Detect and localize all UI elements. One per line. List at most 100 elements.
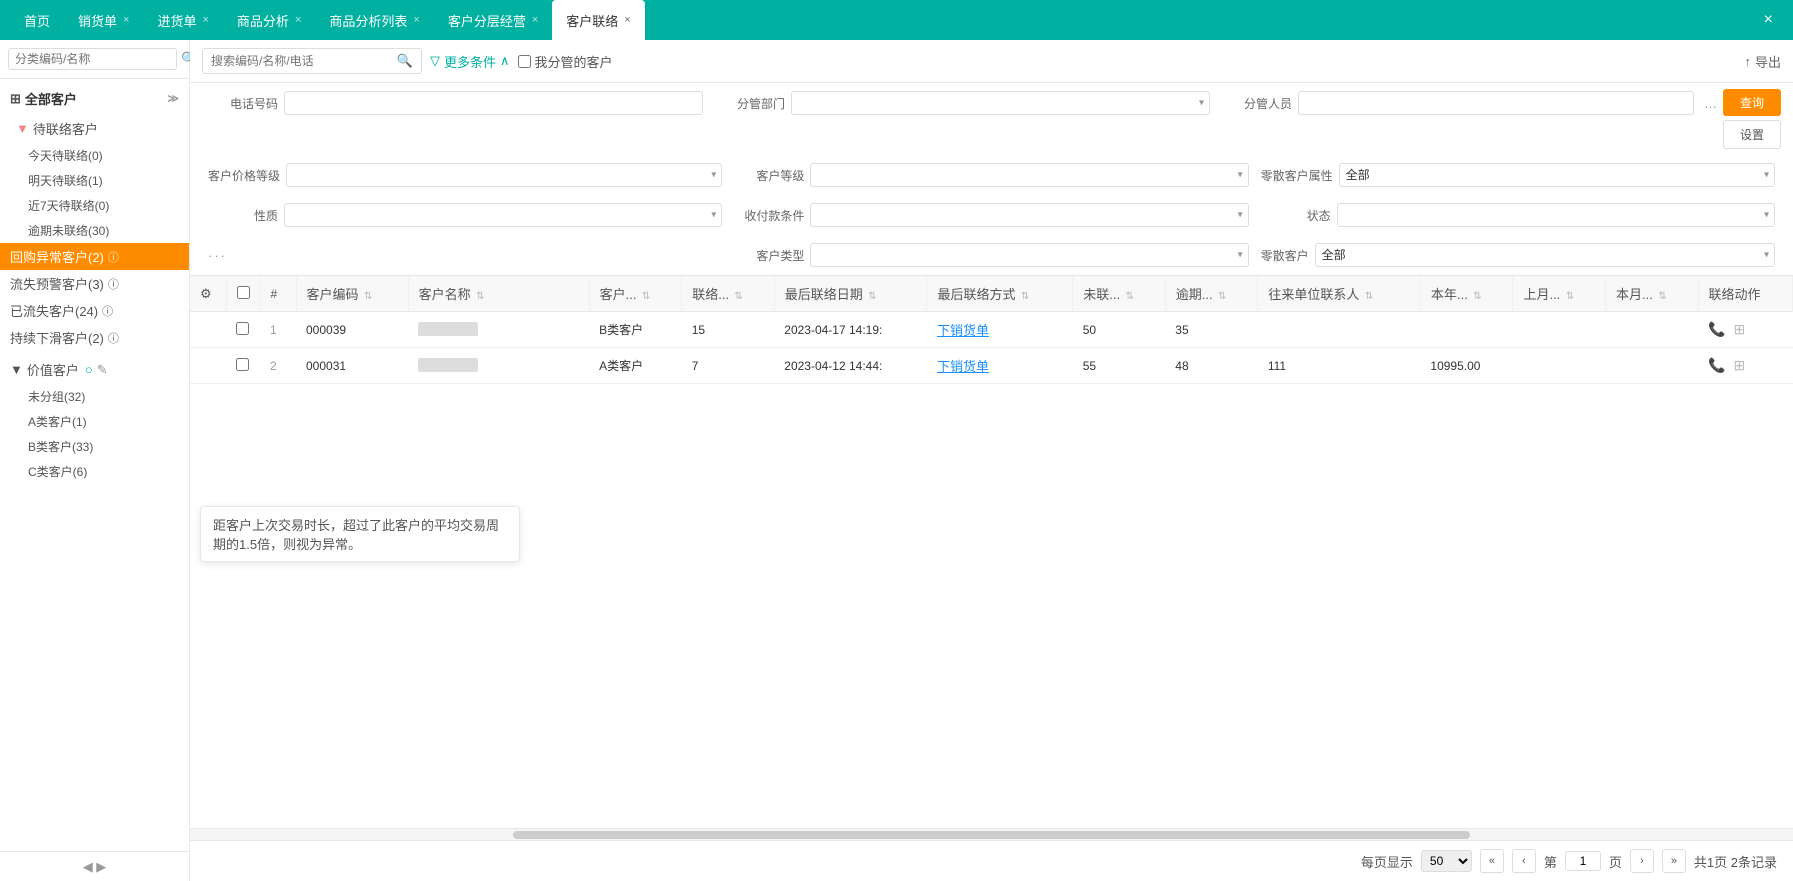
settings-button[interactable]: 设置	[1723, 120, 1781, 149]
contact-more-icon-1[interactable]: ⊞	[1733, 321, 1745, 338]
th-code[interactable]: 客户编码 ⇅	[296, 276, 408, 312]
page-input[interactable]	[1565, 851, 1601, 871]
th-uncontacted-label: 未联...	[1083, 287, 1120, 302]
td-uncontacted-1: 50	[1073, 312, 1166, 348]
sidebar-item-a-class[interactable]: A类客户(1)	[0, 409, 189, 434]
td-last-month-1	[1513, 312, 1606, 348]
th-this-year[interactable]: 本年... ⇅	[1420, 276, 1513, 312]
filter-search-input[interactable]	[211, 54, 397, 68]
dept-select[interactable]	[791, 91, 1210, 115]
scatter2-inline-label: 零散客户	[1261, 247, 1309, 264]
sidebar-item-today[interactable]: 今天待联络(0)	[0, 143, 189, 168]
nav-sales-close[interactable]: ×	[123, 14, 129, 26]
sidebar-item-churn-warn[interactable]: 流失预警客户(3) ⓘ	[0, 270, 189, 297]
content-area: 🔍 ▽ 更多条件 ∧ 我分管的客户 ↑ 导出 电话号码	[190, 40, 1793, 881]
nav-analysis-close[interactable]: ×	[295, 14, 301, 26]
nav-analysis-list-label: 商品分析列表	[329, 11, 407, 30]
my-customers-checkbox[interactable]	[518, 55, 531, 68]
nav-analysis[interactable]: 商品分析 ×	[223, 0, 315, 40]
sidebar-item-ungroup[interactable]: 未分组(32)	[0, 384, 189, 409]
sidebar-item-c-class[interactable]: C类客户(6)	[0, 459, 189, 484]
sidebar-item-lost[interactable]: 已流失客户(24) ⓘ	[0, 297, 189, 324]
prev-page-button[interactable]: ‹	[1512, 849, 1536, 873]
select-all-checkbox[interactable]	[237, 286, 250, 299]
th-gear[interactable]: ⚙	[190, 276, 226, 312]
nav-customer-contact[interactable]: 客户联络 ×	[552, 0, 644, 40]
th-last-method[interactable]: 最后联络方式 ⇅	[927, 276, 1073, 312]
ctype-select[interactable]	[810, 243, 1248, 267]
person-dots-icon[interactable]: …	[1704, 96, 1717, 111]
th-type[interactable]: 客户... ⇅	[589, 276, 682, 312]
sidebar-item-7days[interactable]: 近7天待联络(0)	[0, 193, 189, 218]
filter-search-icon[interactable]: 🔍	[397, 53, 413, 69]
nav-analysis-list[interactable]: 商品分析列表 ×	[315, 0, 433, 40]
th-this-month[interactable]: 本月... ⇅	[1606, 276, 1699, 312]
nav-purchase[interactable]: 进货单 ×	[143, 0, 222, 40]
gear-icon[interactable]: ⚙	[200, 286, 212, 301]
nav-purchase-close[interactable]: ×	[202, 14, 208, 26]
th-uncontacted[interactable]: 未联... ⇅	[1073, 276, 1166, 312]
sidebar-item-declining[interactable]: 持续下滑客户(2) ⓘ	[0, 324, 189, 351]
nav-analysis-list-close[interactable]: ×	[413, 14, 419, 26]
nav-customer-tier[interactable]: 客户分层经营 ×	[434, 0, 552, 40]
sidebar-bottom-arrow[interactable]: ◀ ▶	[0, 851, 189, 881]
contact-phone-icon-1[interactable]: 📞	[1708, 321, 1725, 338]
scatter2-wrap: 全部 ▾	[1315, 243, 1775, 267]
th-last-month[interactable]: 上月... ⇅	[1513, 276, 1606, 312]
more-filter-dots[interactable]: ···	[208, 248, 227, 263]
th-last-date[interactable]: 最后联络日期 ⇅	[774, 276, 927, 312]
contact-phone-icon-2[interactable]: 📞	[1708, 357, 1725, 374]
th-checkbox	[226, 276, 260, 312]
export-button[interactable]: ↑ 导出	[1744, 52, 1781, 71]
row-checkbox-1[interactable]	[236, 322, 249, 335]
sidebar-group-pending[interactable]: ▼ 待联络客户	[0, 114, 189, 143]
circle-icon[interactable]: ○	[85, 362, 93, 377]
sidebar-all-customers[interactable]: ⊞ 全部客户 ≫	[0, 83, 189, 114]
sidebar-item-b-class[interactable]: B类客户(33)	[0, 434, 189, 459]
payment-select[interactable]	[810, 203, 1248, 227]
person-input[interactable]	[1298, 91, 1694, 115]
nav-home[interactable]: 首页	[10, 0, 64, 40]
sidebar-item-tomorrow[interactable]: 明天待联络(1)	[0, 168, 189, 193]
query-button[interactable]: 查询	[1723, 89, 1781, 116]
my-customers-check[interactable]: 我分管的客户	[518, 52, 613, 71]
th-name[interactable]: 客户名称 ⇅	[408, 276, 589, 312]
th-overdue[interactable]: 逾期... ⇅	[1165, 276, 1258, 312]
edit-icon[interactable]: ✎	[97, 362, 108, 378]
th-name-label: 客户名称	[419, 287, 471, 302]
nav-customer-tier-close[interactable]: ×	[532, 14, 538, 26]
row-checkbox-2[interactable]	[236, 358, 249, 371]
sidebar-group-value[interactable]: ▼ 价值客户 ○ ✎	[0, 355, 189, 384]
last-method-link-2[interactable]: 下销货单	[937, 359, 989, 374]
scatter2-select[interactable]: 全部	[1315, 243, 1775, 267]
sidebar-collapse-btn[interactable]: ≫	[167, 92, 179, 105]
th-contact[interactable]: 联络... ⇅	[682, 276, 775, 312]
main-layout: 🔍 ⊞ 全部客户 ≫ ▼ 待联络客户 今天待联络(0) 明天待联络(1) 近7天…	[0, 40, 1793, 881]
price-grade-select[interactable]	[286, 163, 722, 187]
td-last-method-1[interactable]: 下销货单	[927, 312, 1073, 348]
last-method-link-1[interactable]: 下销货单	[937, 323, 989, 338]
sidebar-search-input[interactable]	[8, 48, 177, 70]
status-select[interactable]	[1337, 203, 1775, 227]
last-page-button[interactable]: »	[1662, 849, 1686, 873]
scatter-select[interactable]: 全部	[1339, 163, 1775, 187]
td-last-method-2[interactable]: 下销货单	[927, 348, 1073, 384]
per-page-select[interactable]: 10 20 50 100	[1421, 850, 1472, 872]
more-conditions-btn[interactable]: ▽ 更多条件 ∧	[430, 52, 510, 71]
sidebar-item-abnormal[interactable]: 回购异常客户(2) ⓘ	[0, 243, 189, 270]
th-unit-contact[interactable]: 往来单位联系人 ⇅	[1258, 276, 1421, 312]
info-icon-declining: ⓘ	[108, 330, 119, 346]
next-page-button[interactable]: ›	[1630, 849, 1654, 873]
phone-input[interactable]	[284, 91, 703, 115]
contact-more-icon-2[interactable]: ⊞	[1733, 357, 1745, 374]
first-page-button[interactable]: «	[1480, 849, 1504, 873]
sidebar-item-overdue[interactable]: 逾期未联络(30)	[0, 218, 189, 243]
scroll-thumb[interactable]	[513, 831, 1470, 839]
nav-customer-contact-close[interactable]: ×	[624, 14, 630, 26]
app-close-button[interactable]: ×	[1754, 11, 1783, 29]
action-icons-2: 📞 ⊞	[1708, 357, 1782, 374]
nature-select[interactable]	[284, 203, 722, 227]
horizontal-scrollbar[interactable]	[190, 828, 1793, 840]
nav-sales[interactable]: 销货单 ×	[64, 0, 143, 40]
grade-select[interactable]	[810, 163, 1248, 187]
